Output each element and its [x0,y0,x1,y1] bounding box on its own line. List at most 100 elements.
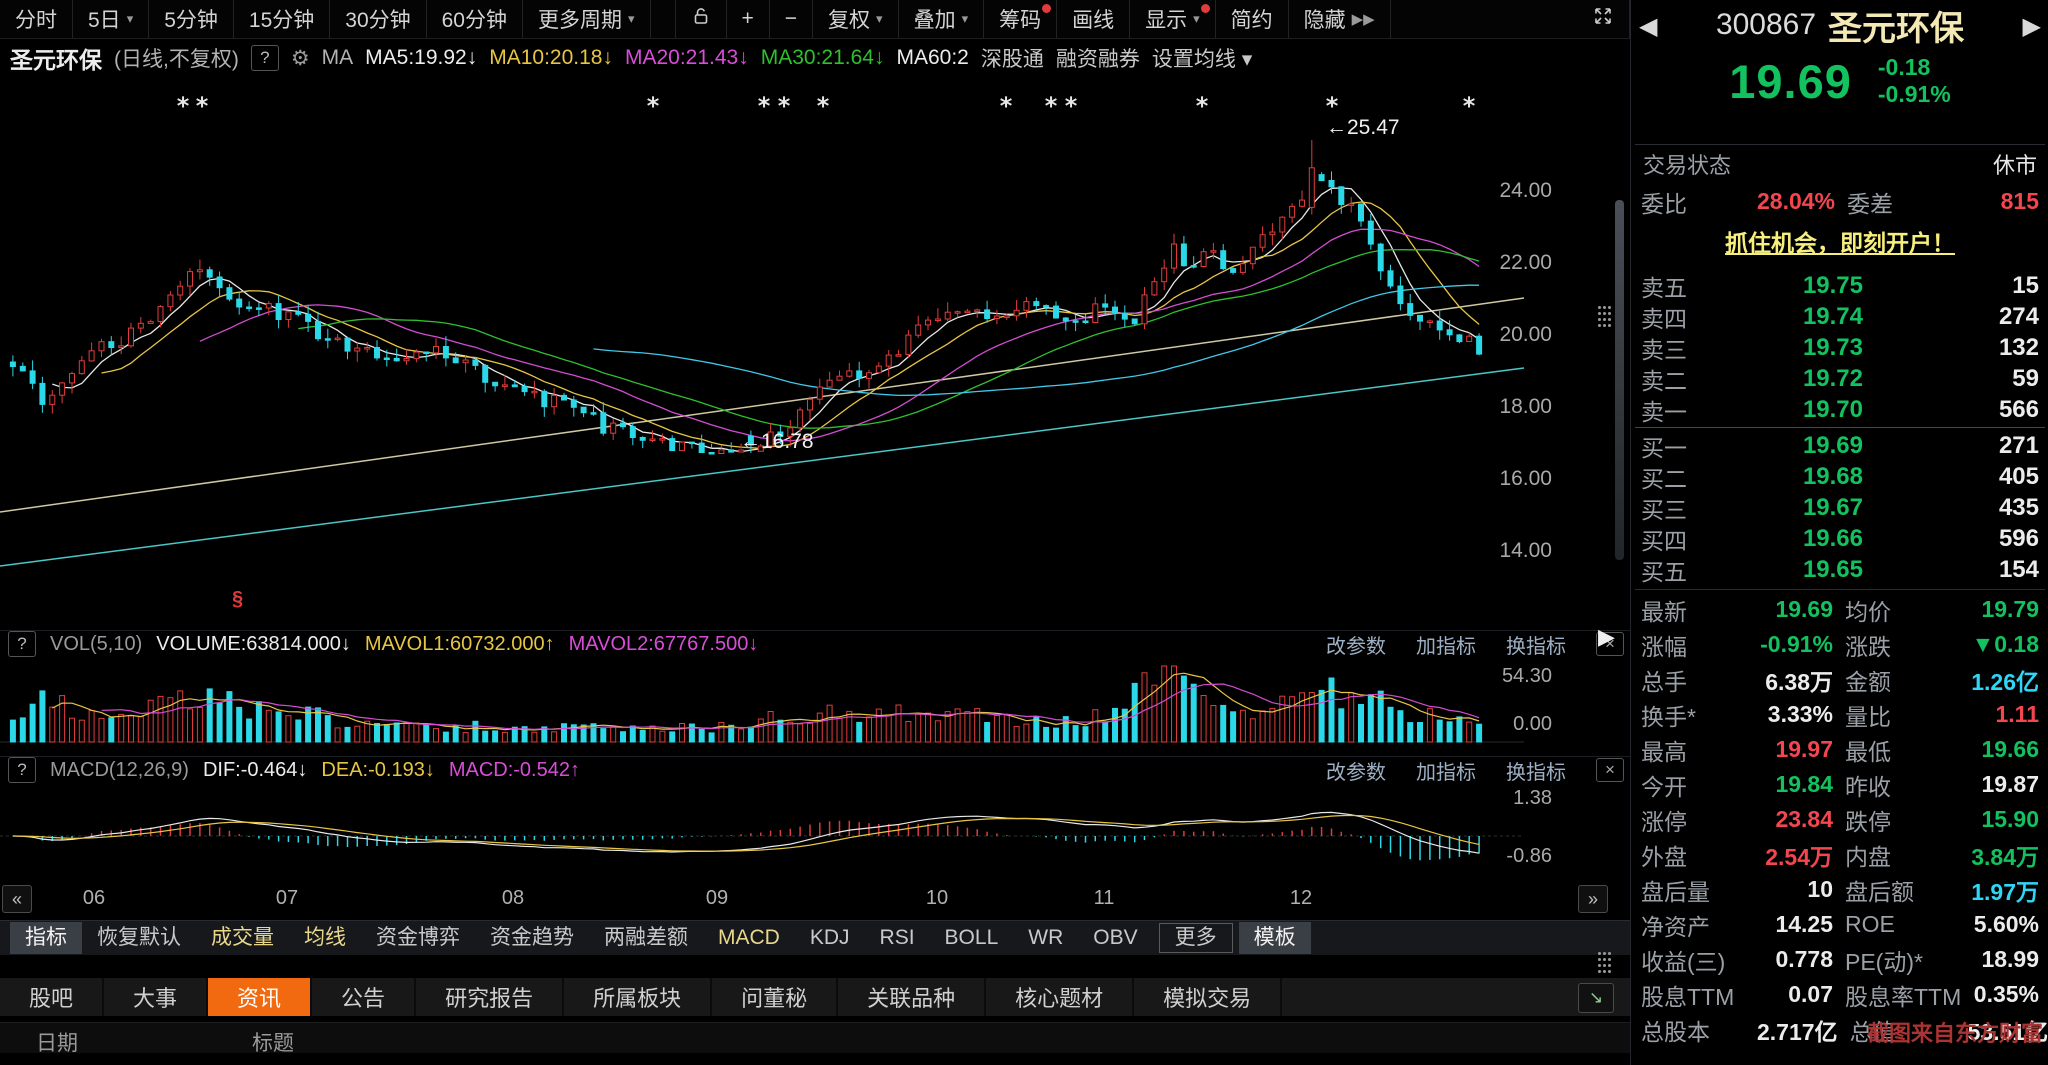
tab-stock-forum[interactable]: 股吧 [0,978,104,1016]
tab-research-reports[interactable]: 研究报告 [416,978,564,1016]
bid-row[interactable]: 买三19.67435 [1631,492,2048,523]
tab-template[interactable]: 模板 [1239,922,1311,954]
adjust-price-button[interactable]: 复权▾ [813,0,899,38]
drag-grip[interactable] [1598,952,1612,974]
tab-wr[interactable]: WR [1013,922,1078,954]
tab-obv[interactable]: OBV [1078,922,1152,954]
bid-row[interactable]: 买五19.65154 [1631,554,2048,585]
level-label: 买三 [1641,491,1729,525]
ask-row[interactable]: 卖四19.74274 [1631,301,2048,332]
gear-icon[interactable]: ⚙ [291,46,310,71]
left-arrow-icon: ← [1326,116,1347,139]
help-icon[interactable]: ? [8,631,36,657]
add-indicator-button[interactable]: 加指标 [1416,630,1476,659]
news-list-header: 日期 标题 [0,1022,1630,1053]
fullscreen-button[interactable] [1577,0,1630,38]
volume-chart[interactable] [0,660,1630,748]
switch-indicator-button[interactable]: 换指标 [1506,756,1566,785]
expand-corner-icon[interactable]: ↘ [1578,983,1614,1013]
open-account-ad-link[interactable]: 抓住机会，即刻开户！ [1631,224,2048,258]
tab-related-products[interactable]: 关联品种 [838,978,986,1016]
simple-mode-button[interactable]: 简约 [1216,0,1289,38]
bid-row[interactable]: 买四19.66596 [1631,523,2048,554]
tab-news[interactable]: 资讯 [208,978,312,1016]
change-params-button[interactable]: 改参数 [1326,630,1386,659]
period-5min-button[interactable]: 5分钟 [149,0,234,38]
price-tick: 24.00 [1478,179,1552,203]
down-arrow-icon: ↓ [341,633,351,655]
tab-boll[interactable]: BOLL [930,922,1014,954]
period-30min-button[interactable]: 30分钟 [330,0,426,38]
level-label: 卖一 [1641,393,1729,427]
ask-row[interactable]: 卖一19.70566 [1631,394,2048,425]
tab-indicator[interactable]: 指标 [10,922,82,954]
period-minute-button[interactable]: 分时 [0,0,73,38]
expand-panel-arrow[interactable]: ▶ [1598,624,1615,650]
candlestick-chart[interactable]: ************ [0,78,1630,630]
change-params-button[interactable]: 改参数 [1326,756,1386,785]
period-60min-button[interactable]: 60分钟 [427,0,523,38]
tab-margin-balance[interactable]: 两融差额 [589,922,703,954]
tab-more[interactable]: 更多 [1159,923,1233,953]
scroll-left-button[interactable]: « [2,885,32,913]
tab-kdj[interactable]: KDJ [795,922,865,954]
display-button[interactable]: 显示▾ [1130,0,1216,38]
tool-label: 复权 [828,4,870,34]
tab-restore-default[interactable]: 恢复默认 [82,922,196,954]
tab-ma[interactable]: 均线 [289,922,361,954]
unlock-button[interactable] [675,0,727,38]
help-icon[interactable]: ? [251,45,279,71]
tab-sector[interactable]: 所属板块 [564,978,712,1016]
bid-row[interactable]: 买二19.68405 [1631,461,2048,492]
ma-settings-link[interactable]: 设置均线 ▾ [1152,43,1252,73]
hide-panel-button[interactable]: 隐藏▶▶ [1289,0,1391,38]
price-tick: 16.00 [1478,467,1552,491]
drag-grip[interactable] [1598,306,1612,328]
ask-row[interactable]: 卖三19.73132 [1631,332,2048,363]
tab-major-events[interactable]: 大事 [104,978,208,1016]
bid-volume: 154 [1921,556,2039,584]
notification-dot [1042,4,1051,13]
shenzhen-connect-link[interactable]: 深股通 [981,43,1044,73]
bid-price: 19.65 [1729,556,1863,584]
tab-core-themes[interactable]: 核心题材 [986,978,1134,1016]
period-15min-button[interactable]: 15分钟 [234,0,330,38]
draw-line-button[interactable]: 画线 [1057,0,1130,38]
ask-row[interactable]: 卖二19.7259 [1631,363,2048,394]
level-label: 卖三 [1641,331,1729,365]
switch-indicator-button[interactable]: 换指标 [1506,630,1566,659]
ask-price: 19.74 [1729,303,1863,331]
more-periods-button[interactable]: 更多周期▾ [523,0,651,38]
vertical-scrollbar[interactable] [1615,200,1624,560]
bid-volume: 271 [1921,432,2039,460]
overlay-button[interactable]: 叠加▾ [899,0,985,38]
tab-capital-game[interactable]: 资金博弈 [361,922,475,954]
scroll-right-button[interactable]: » [1578,885,1608,913]
macd-chart[interactable] [0,784,1630,876]
help-icon[interactable]: ? [8,757,36,783]
bid-levels: 买一19.69271 买二19.68405 买三19.67435 买四19.66… [1631,430,2048,585]
ask-row[interactable]: 卖五19.7515 [1631,270,2048,301]
period-5day-button[interactable]: 5日▾ [73,0,149,38]
tab-rsi[interactable]: RSI [865,922,930,954]
zoom-in-button[interactable]: + [727,0,770,38]
bid-price: 19.67 [1729,494,1863,522]
tab-capital-trend[interactable]: 资金趋势 [475,922,589,954]
tab-macd[interactable]: MACD [703,922,795,954]
bid-row[interactable]: 买一19.69271 [1631,430,2048,461]
zoom-out-button[interactable]: − [770,0,813,38]
stat-value: 6.38万 [1757,663,1833,697]
chip-distribution-button[interactable]: 筹码 [984,0,1057,38]
price-block: 19.69 -0.18 -0.91% [1631,50,2048,112]
tab-announcements[interactable]: 公告 [312,978,416,1016]
tab-volume[interactable]: 成交量 [196,922,289,954]
tab-ask-secretary[interactable]: 问董秘 [712,978,838,1016]
tab-simulated-trading[interactable]: 模拟交易 [1134,978,1282,1016]
ask-price: 19.72 [1729,365,1863,393]
add-indicator-button[interactable]: 加指标 [1416,756,1476,785]
stat-value: 19.79 [1963,596,2039,623]
close-icon[interactable]: × [1596,758,1624,782]
next-stock-arrow[interactable]: ▶ [2023,12,2041,41]
margin-trading-link[interactable]: 融资融券 [1056,43,1140,73]
prev-stock-arrow[interactable]: ◀ [1639,12,1657,41]
